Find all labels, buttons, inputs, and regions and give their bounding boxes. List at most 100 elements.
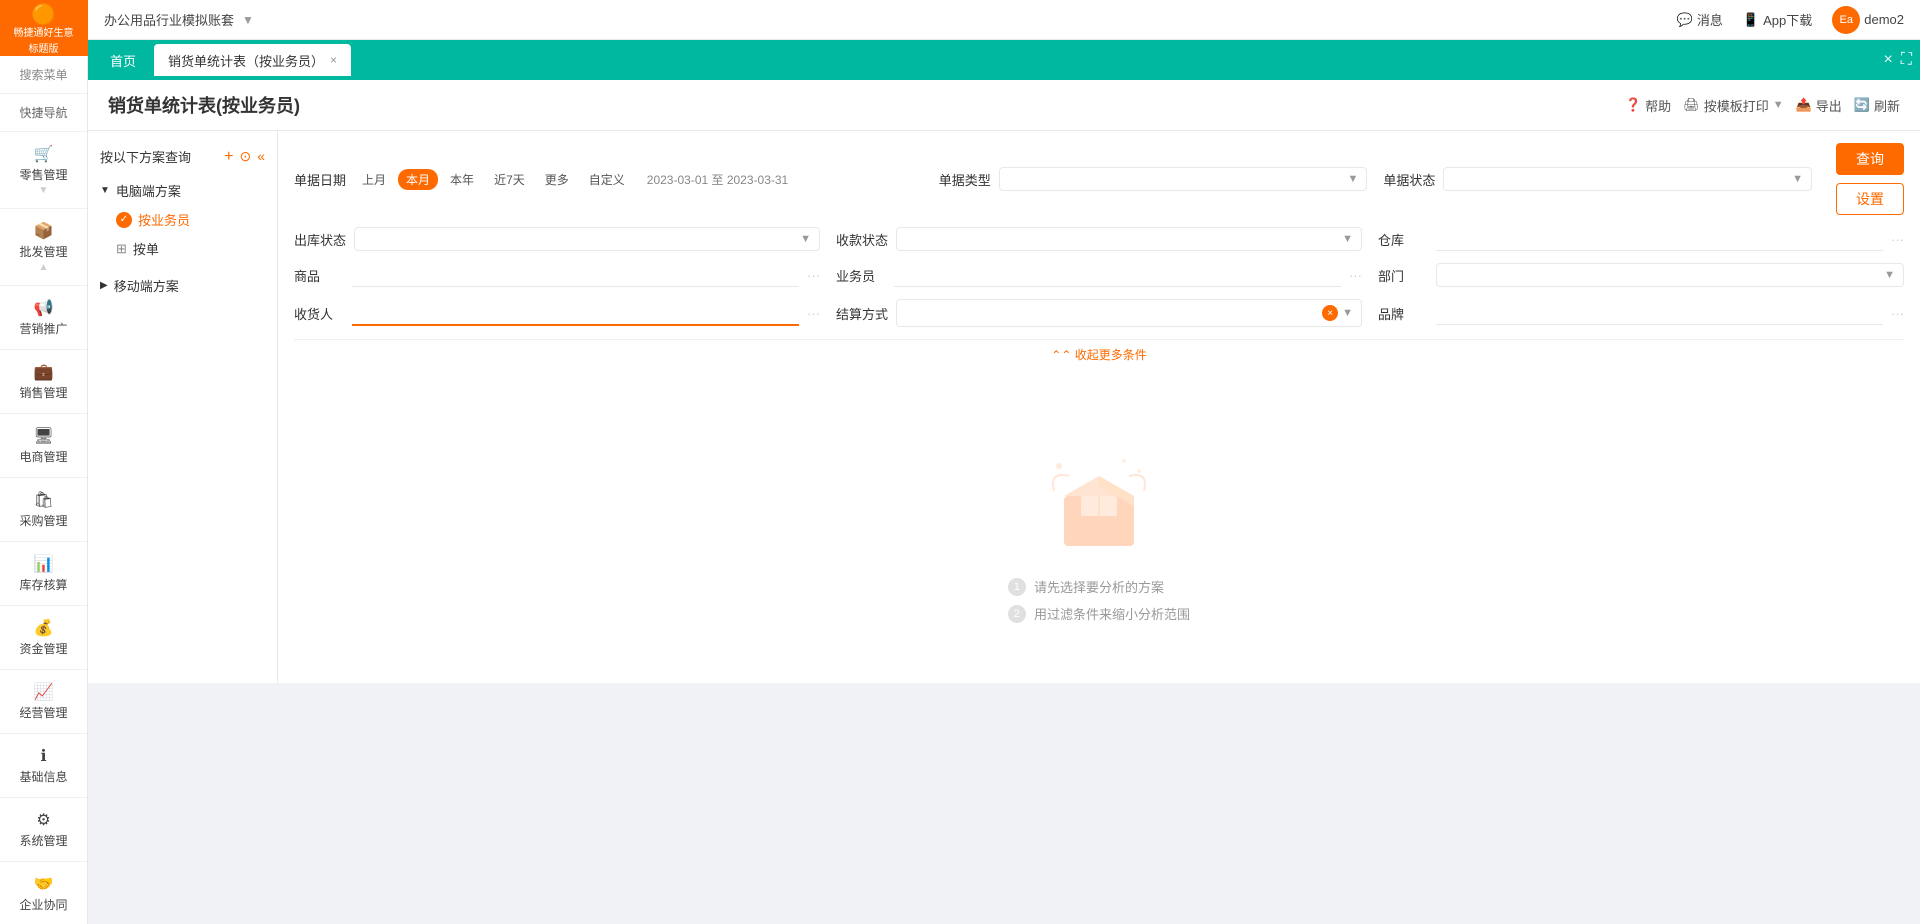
help-icon: ❓ [1625, 97, 1641, 113]
sidebar-section-ops: 📈 经营管理 [0, 670, 87, 734]
warehouse-dots-icon[interactable]: ··· [1891, 232, 1904, 247]
sidebar-section-ecom: 🖥 电商管理 [0, 414, 87, 478]
goods-dots-icon[interactable]: ··· [807, 268, 820, 283]
tab-home[interactable]: 首页 [96, 44, 150, 76]
purchase-icon: 🛍 [33, 490, 53, 510]
print-button[interactable]: 🖨 按模板打印 ▼ [1683, 96, 1783, 115]
filter-sidebar-title: 按以下方案查询 [100, 147, 191, 166]
sidebar-section-collab: 🤝 企业协同 [0, 862, 87, 924]
sidebar-item-collab[interactable]: 🤝 企业协同 [0, 866, 87, 921]
settlement-clear-icon[interactable]: × [1322, 305, 1338, 321]
receiver-dots-icon[interactable]: ··· [807, 306, 820, 321]
scheme-by-order[interactable]: ⊞ 按单 [88, 234, 277, 263]
sidebar-item-inventory[interactable]: 📊 库存核算 [0, 546, 87, 601]
goods-input[interactable] [352, 263, 799, 287]
messages-label: 消息 [1697, 10, 1723, 29]
topbar-title-area: 办公用品行业模拟账套 ▼ [104, 10, 254, 29]
goods-field: 商品 ··· [294, 263, 820, 287]
query-button[interactable]: 查询 [1836, 143, 1904, 175]
sidebar-item-ecom[interactable]: 🖥 电商管理 [0, 418, 87, 473]
user-profile[interactable]: Ea demo2 [1832, 6, 1904, 34]
sidebar-item-basic[interactable]: ℹ 基础信息 [0, 738, 87, 793]
search-menu-label[interactable]: 搜索菜单 [19, 68, 67, 82]
date-7days-btn[interactable]: 近7天 [486, 169, 533, 190]
scheme-salesperson-label: 按业务员 [138, 210, 190, 229]
export-button[interactable]: 📤 导出 [1796, 96, 1842, 115]
print-arrow-icon[interactable]: ▼ [1773, 99, 1784, 111]
date-label: 单据日期 [294, 170, 346, 189]
dept-select[interactable]: ▼ [1436, 263, 1904, 287]
tabbar: 首页 销货单统计表（按业务员） × × ⛶ [88, 40, 1920, 80]
sidebar-section-sales: 💼 销售管理 [0, 350, 87, 414]
basic-label: 基础信息 [19, 768, 67, 785]
refresh-button[interactable]: 🔄 刷新 [1854, 96, 1900, 115]
salesperson-dots-icon[interactable]: ··· [1349, 268, 1362, 283]
sidebar-item-sales[interactable]: 💼 销售管理 [0, 354, 87, 409]
filter-sidebar-header: 按以下方案查询 + ⊙ « [88, 141, 277, 172]
receiver-input[interactable] [352, 301, 799, 326]
brand-input[interactable] [1436, 301, 1883, 325]
ops-icon: 📈 [34, 682, 54, 702]
date-more-btn[interactable]: 更多 [537, 169, 577, 190]
warehouse-input[interactable] [1436, 227, 1883, 251]
export-label: 导出 [1816, 96, 1842, 115]
shortcut-label[interactable]: 快捷导航 [19, 99, 67, 126]
mobile-scheme-parent[interactable]: ▶ 移动端方案 [88, 271, 277, 300]
date-this-year-btn[interactable]: 本年 [442, 169, 482, 190]
step-1-text: 请先选择要分析的方案 [1034, 577, 1164, 596]
out-status-chevron-icon: ▼ [800, 233, 811, 245]
marketing-label: 营销推广 [19, 320, 67, 337]
shortcut-nav[interactable]: 快捷导航 [0, 94, 87, 132]
brand-dots-icon[interactable]: ··· [1891, 306, 1904, 321]
ecom-icon: 🖥 [33, 426, 53, 446]
sidebar-item-purchase[interactable]: 🛍 采购管理 [0, 482, 87, 537]
collapse-sidebar-button[interactable]: « [257, 148, 265, 166]
dropdown-arrow-icon[interactable]: ▼ [242, 13, 254, 27]
topbar: 办公用品行业模拟账套 ▼ 💬 消息 📱 App下载 Ea demo2 [88, 0, 1920, 40]
search-menu-area[interactable]: 搜索菜单 [0, 56, 87, 94]
home-tab-label: 首页 [110, 51, 136, 70]
salesperson-input[interactable] [894, 263, 1341, 287]
tab-sales-stats[interactable]: 销货单统计表（按业务员） × [154, 44, 351, 76]
mobile-expand-icon: ▶ [100, 280, 108, 291]
app-download-button[interactable]: 📱 App下载 [1743, 10, 1812, 29]
sidebar-section-retail: 🛒 零售管理 ▼ [0, 132, 87, 209]
receiver-field: 收货人 ··· [294, 301, 820, 326]
settings-button[interactable]: 设置 [1836, 183, 1904, 215]
sidebar-item-marketing[interactable]: 📢 营销推广 [0, 290, 87, 345]
dept-field: 部门 ▼ [1378, 263, 1904, 287]
mobile-scheme-label: 移动端方案 [114, 276, 179, 295]
sidebar-item-ops[interactable]: 📈 经营管理 [0, 674, 87, 729]
scheme-by-salesperson[interactable]: ✓ 按业务员 [88, 205, 277, 234]
sidebar-section-inventory: 📊 库存核算 [0, 542, 87, 606]
doc-type-select[interactable]: ▼ [999, 167, 1368, 191]
payment-status-select[interactable]: ▼ [896, 227, 1362, 251]
collapse-label: 收起更多条件 [1075, 348, 1147, 362]
edit-scheme-button[interactable]: ⊙ [239, 148, 251, 166]
desktop-scheme-parent[interactable]: ▼ 电脑端方案 [88, 176, 277, 205]
minimize-btn[interactable]: × [1883, 51, 1892, 69]
date-this-month-btn[interactable]: 本月 [398, 169, 438, 190]
sidebar-item-wholesale[interactable]: 📦 批发管理 ▲ [0, 213, 87, 281]
app-logo[interactable]: 🟠 畅捷通好生意 标题版 [0, 0, 88, 56]
app-title[interactable]: 办公用品行业模拟账套 [104, 10, 234, 29]
messages-button[interactable]: 💬 消息 [1677, 10, 1723, 29]
sidebar-item-retail[interactable]: 🛒 零售管理 ▼ [0, 136, 87, 204]
tab-close-icon[interactable]: × [330, 53, 337, 67]
filter-row-1: 单据日期 上月 本月 本年 近7天 更多 自定义 2023-03-01 至 20… [294, 143, 1904, 215]
out-status-select[interactable]: ▼ [354, 227, 820, 251]
date-last-month-btn[interactable]: 上月 [354, 169, 394, 190]
filter-row-4: 收货人 ··· 结算方式 × ▼ [294, 299, 1904, 327]
settlement-select[interactable]: × ▼ [896, 299, 1362, 327]
collapse-conditions-bar[interactable]: ⌃⌃ 收起更多条件 [294, 339, 1904, 369]
help-button[interactable]: ❓ 帮助 [1625, 96, 1671, 115]
sidebar-item-finance[interactable]: 💰 资金管理 [0, 610, 87, 665]
date-custom-btn[interactable]: 自定义 [581, 169, 633, 190]
sidebar-item-system[interactable]: ⚙ 系统管理 [0, 802, 87, 857]
empty-step-2: 2 用过滤条件来缩小分析范围 [1008, 604, 1190, 623]
empty-step-1: 1 请先选择要分析的方案 [1008, 577, 1190, 596]
doc-status-select[interactable]: ▼ [1443, 167, 1812, 191]
dept-chevron-icon: ▼ [1884, 269, 1895, 281]
add-scheme-button[interactable]: + [224, 148, 233, 166]
maximize-btn[interactable]: ⛶ [1901, 51, 1912, 69]
